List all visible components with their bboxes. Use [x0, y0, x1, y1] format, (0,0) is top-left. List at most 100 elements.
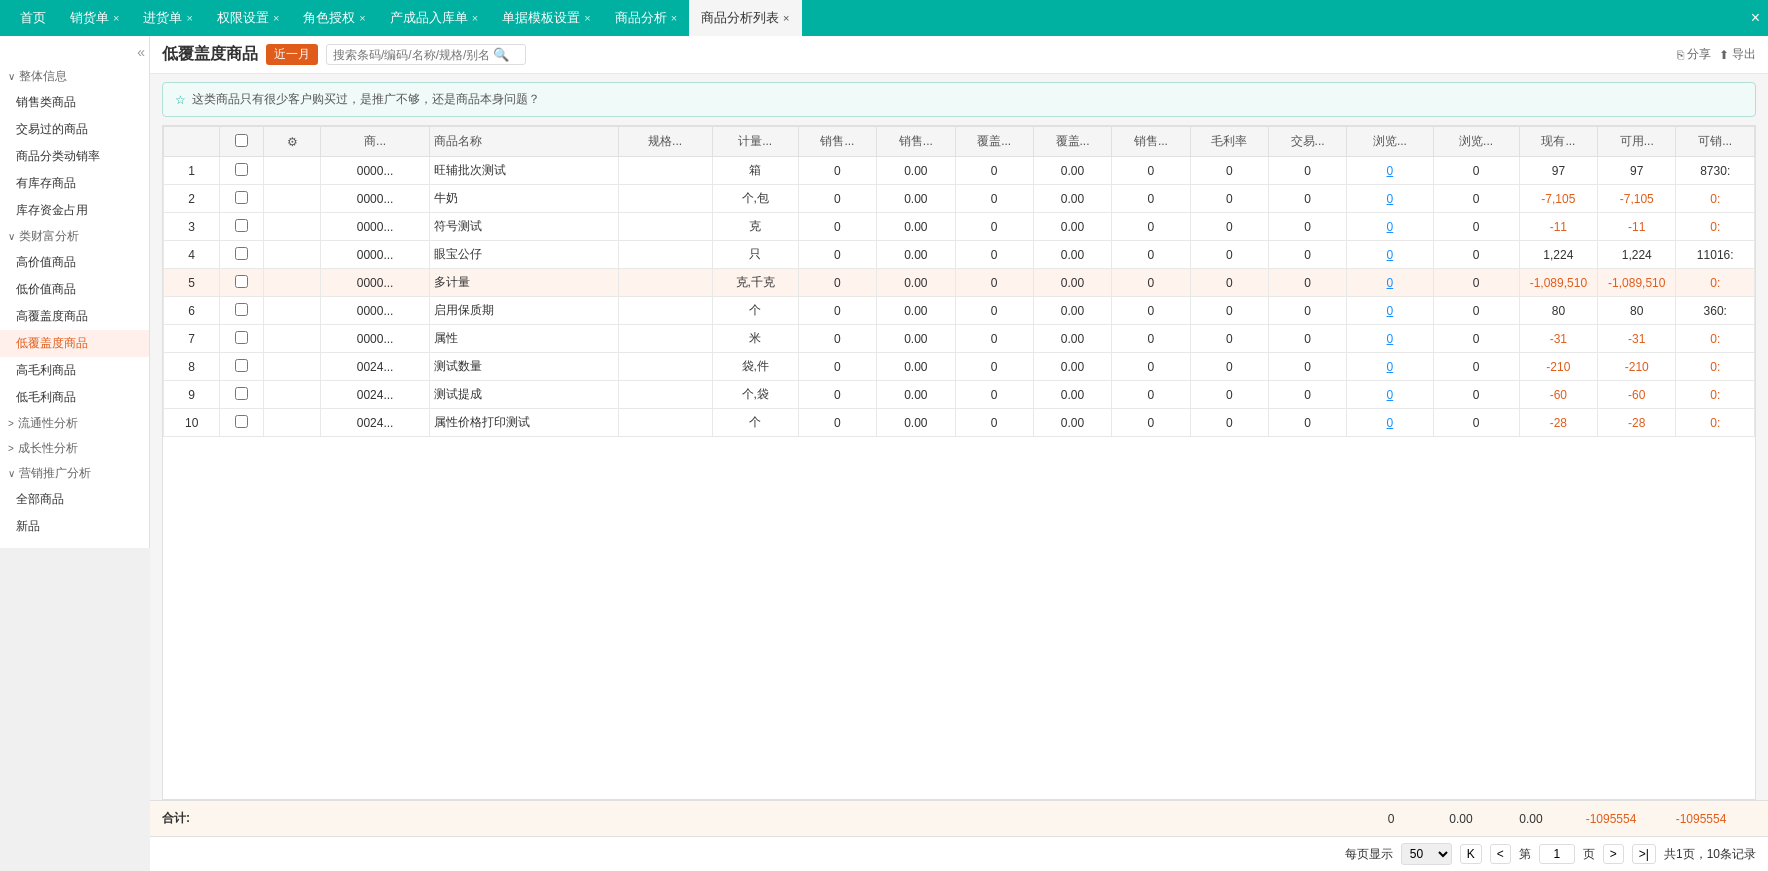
sidebar-item-all-goods[interactable]: 全部商品 [0, 486, 149, 513]
table-row: 5 0000... 多计量 克,千克 0 0.00 0 0.00 0 0 0 0… [164, 269, 1755, 297]
cell-gross: 0 [1190, 185, 1268, 213]
gear-icon[interactable]: ⚙ [287, 135, 298, 149]
sidebar-item-traded-goods[interactable]: 交易过的商品 [0, 116, 149, 143]
page-input[interactable] [1539, 844, 1575, 864]
close-all-btn[interactable]: × [1751, 9, 1760, 27]
row-checkbox-1[interactable] [235, 191, 248, 204]
cell-browse1: 0 [1347, 325, 1433, 353]
cell-browse1: 0 [1347, 157, 1433, 185]
sidebar-section-flow[interactable]: > 流通性分析 [0, 411, 149, 436]
page-size-label: 每页显示 [1345, 846, 1393, 863]
last-page-btn[interactable]: >| [1632, 844, 1656, 864]
sidebar-item-low-coverage[interactable]: 低覆盖度商品 [0, 330, 149, 357]
search-icon[interactable]: 🔍 [493, 47, 509, 62]
nav-item-role[interactable]: 角色授权 × [291, 0, 377, 36]
row-checkbox-3[interactable] [235, 247, 248, 260]
cell-cover1: 0 [955, 241, 1033, 269]
row-checkbox-5[interactable] [235, 303, 248, 316]
cell-cover1: 0 [955, 213, 1033, 241]
nav-item-home[interactable]: 首页 [8, 0, 58, 36]
nav-close-role[interactable]: × [359, 12, 365, 24]
row-checkbox-8[interactable] [235, 387, 248, 400]
col-header-spec: 规格... [618, 127, 712, 157]
arrow-marketing: ∨ [8, 468, 15, 479]
sidebar-item-in-stock[interactable]: 有库存商品 [0, 170, 149, 197]
row-checkbox-2[interactable] [235, 219, 248, 232]
row-checkbox-6[interactable] [235, 331, 248, 344]
col-header-trans: 交易... [1268, 127, 1346, 157]
share-btn[interactable]: ⎘ 分享 [1677, 46, 1711, 63]
cell-seq: 7 [164, 325, 220, 353]
table-row: 4 0000... 眼宝公仔 只 0 0.00 0 0.00 0 0 0 0 0… [164, 241, 1755, 269]
nav-item-template[interactable]: 单据模板设置 × [490, 0, 602, 36]
cell-gross: 0 [1190, 325, 1268, 353]
search-input[interactable] [333, 48, 493, 62]
sidebar-item-high-profit[interactable]: 高毛利商品 [0, 357, 149, 384]
sidebar-item-category-rate[interactable]: 商品分类动销率 [0, 143, 149, 170]
cell-gear [264, 213, 320, 241]
cell-trans: 0 [1268, 185, 1346, 213]
cell-unit: 个,袋 [712, 381, 798, 409]
row-checkbox-0[interactable] [235, 163, 248, 176]
nav-close-purchase[interactable]: × [186, 12, 192, 24]
nav-close-permission[interactable]: × [273, 12, 279, 24]
row-checkbox-7[interactable] [235, 359, 248, 372]
cell-current: -7,105 [1519, 185, 1597, 213]
cell-seq: 8 [164, 353, 220, 381]
nav-item-analysis-list[interactable]: 商品分析列表 × [689, 0, 801, 36]
sidebar-item-high-coverage[interactable]: 高覆盖度商品 [0, 303, 149, 330]
cell-check [220, 241, 264, 269]
col-header-seq [164, 127, 220, 157]
cell-sales3: 0 [1112, 157, 1190, 185]
next-page-btn[interactable]: > [1603, 844, 1624, 864]
select-all-checkbox[interactable] [235, 134, 248, 147]
cell-cover1: 0 [955, 185, 1033, 213]
first-page-btn[interactable]: K [1460, 844, 1482, 864]
nav-item-product-analysis[interactable]: 商品分析 × [603, 0, 689, 36]
cell-sales3: 0 [1112, 353, 1190, 381]
cell-gross: 0 [1190, 409, 1268, 437]
prev-page-btn[interactable]: < [1490, 844, 1511, 864]
sidebar-section-marketing[interactable]: ∨ 营销推广分析 [0, 461, 149, 486]
sidebar-item-high-value[interactable]: 高价值商品 [0, 249, 149, 276]
nav-close-template[interactable]: × [584, 12, 590, 24]
sidebar-item-new-goods[interactable]: 新品 [0, 513, 149, 540]
sidebar-item-low-value[interactable]: 低价值商品 [0, 276, 149, 303]
row-checkbox-9[interactable] [235, 415, 248, 428]
arrow-overall: ∨ [8, 71, 15, 82]
nav-close-product-entry[interactable]: × [472, 12, 478, 24]
cell-browse1: 0 [1347, 409, 1433, 437]
sidebar-section-growth[interactable]: > 成长性分析 [0, 436, 149, 461]
nav-item-purchase[interactable]: 进货单 × [131, 0, 204, 36]
cell-spec [618, 269, 712, 297]
cell-name: 多计量 [430, 269, 618, 297]
nav-item-permission[interactable]: 权限设置 × [205, 0, 291, 36]
cell-trans: 0 [1268, 381, 1346, 409]
cell-spec [618, 353, 712, 381]
sidebar-item-sales-goods[interactable]: 销售类商品 [0, 89, 149, 116]
nav-close-analysis-list[interactable]: × [783, 12, 789, 24]
col-header-name: 商品名称 [430, 127, 618, 157]
page-size-select[interactable]: 50 100 200 [1401, 843, 1452, 865]
cell-browse1: 0 [1347, 269, 1433, 297]
nav-close-product-analysis[interactable]: × [671, 12, 677, 24]
cell-code: 0000... [320, 157, 430, 185]
sidebar-collapse-btn[interactable]: « [137, 44, 145, 60]
nav-item-product-entry[interactable]: 产成品入库单 × [378, 0, 490, 36]
sidebar-section-overall[interactable]: ∨ 整体信息 [0, 64, 149, 89]
sidebar-section-wealth[interactable]: ∨ 类财富分析 [0, 224, 149, 249]
cell-current: -60 [1519, 381, 1597, 409]
cell-sales2: 0.00 [877, 269, 955, 297]
cell-sales3: 0 [1112, 269, 1190, 297]
cell-seq: 2 [164, 185, 220, 213]
export-btn[interactable]: ⬆ 导出 [1719, 46, 1756, 63]
nav-close-sales[interactable]: × [113, 12, 119, 24]
sidebar-item-low-profit[interactable]: 低毛利商品 [0, 384, 149, 411]
cell-available: -210 [1598, 353, 1676, 381]
cell-browse1: 0 [1347, 381, 1433, 409]
nav-item-sales[interactable]: 销货单 × [58, 0, 131, 36]
sidebar-item-stock-capital[interactable]: 库存资金占用 [0, 197, 149, 224]
row-checkbox-4[interactable] [235, 275, 248, 288]
cell-gear [264, 409, 320, 437]
period-btn[interactable]: 近一月 [266, 44, 318, 65]
